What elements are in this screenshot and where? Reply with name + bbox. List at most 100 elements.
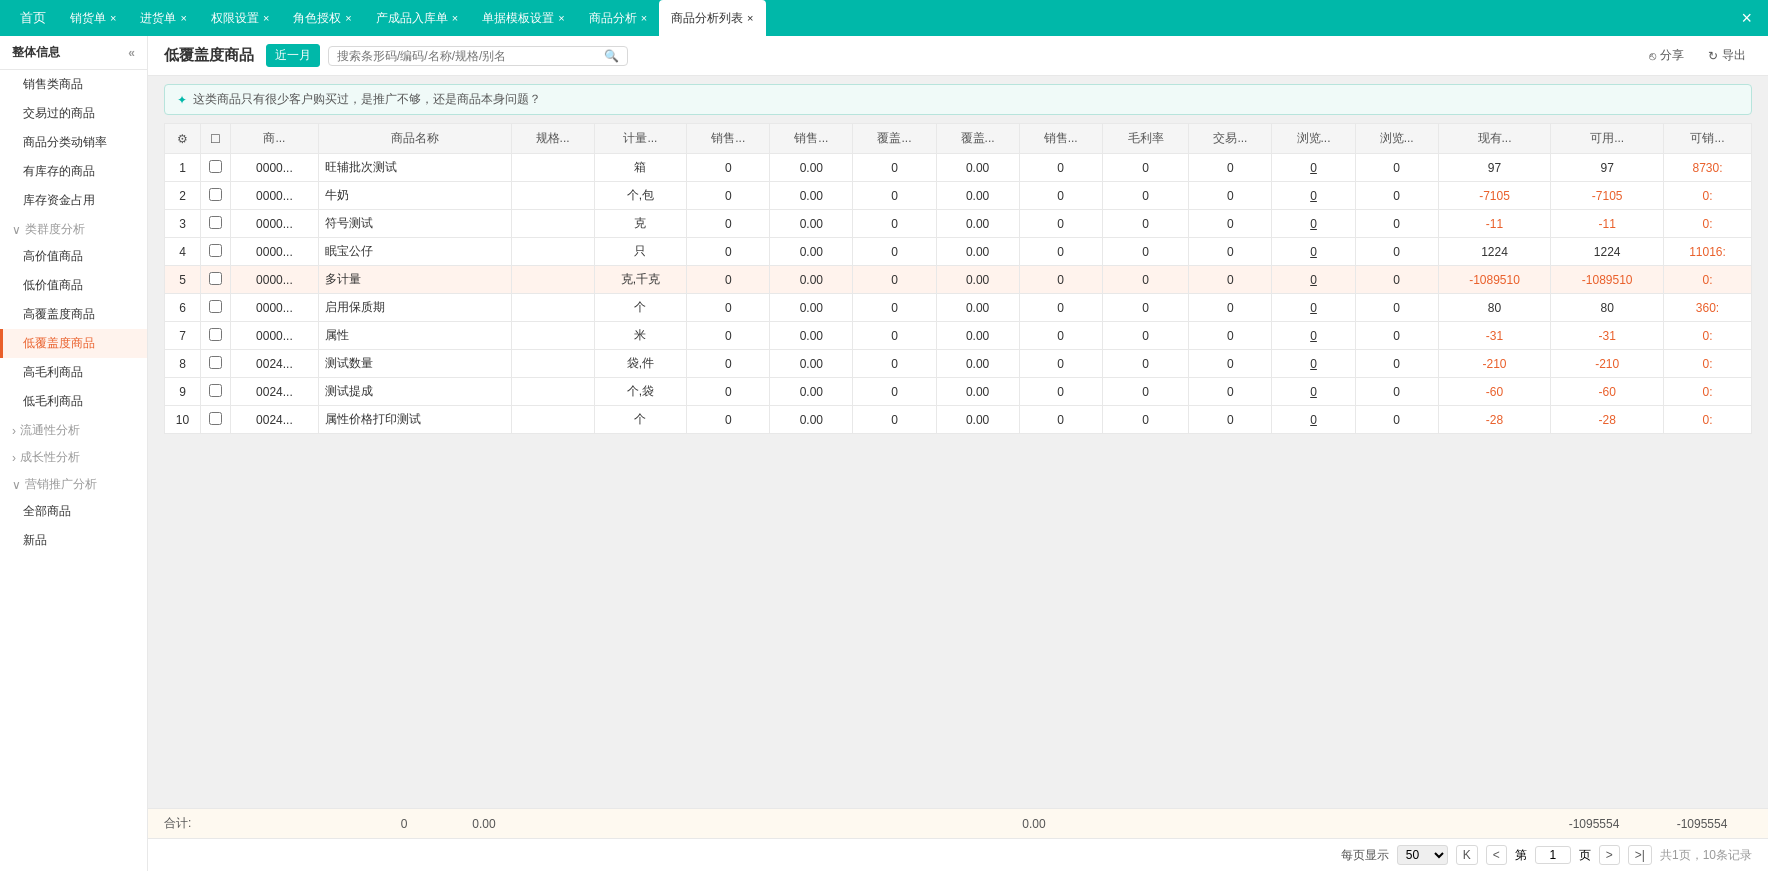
td-stock2: -7105 — [1551, 182, 1664, 210]
sidebar-item-low-value[interactable]: 低价值商品 — [0, 271, 147, 300]
sidebar-item-stocked-goods[interactable]: 有库存的商品 — [0, 157, 147, 186]
last-page-button[interactable]: >| — [1628, 845, 1652, 865]
table-row: 8 0024... 测试数量 袋,件 0 0.00 0 0.00 0 0 0 0… — [165, 350, 1752, 378]
nav-close-goods-analysis-list[interactable]: × — [747, 12, 753, 24]
nav-close-permission[interactable]: × — [263, 12, 269, 24]
th-stock1: 现有... — [1438, 124, 1551, 154]
table-container[interactable]: ⚙ ☐ 商... 商品名称 规格... 计量... 销售... 销售... 覆盖… — [148, 123, 1768, 808]
nav-close-purchase[interactable]: × — [180, 12, 186, 24]
nav-close-role[interactable]: × — [345, 12, 351, 24]
td-browse1[interactable]: 0 — [1272, 294, 1355, 322]
content-area: 低覆盖度商品 近一月 🔍 ⎋ 分享 ↻ 导出 ✦ 这类商品只有很少客户购买过，是… — [148, 36, 1768, 871]
sidebar-group-coverage[interactable]: ∨ 类群度分析 — [0, 215, 147, 242]
td-browse1[interactable]: 0 — [1272, 322, 1355, 350]
td-browse1[interactable]: 0 — [1272, 406, 1355, 434]
sidebar-group-flow[interactable]: › 流通性分析 — [0, 416, 147, 443]
sidebar-item-high-value[interactable]: 高价值商品 — [0, 242, 147, 271]
time-tag-button[interactable]: 近一月 — [266, 44, 320, 67]
td-browse1[interactable]: 0 — [1272, 238, 1355, 266]
td-browse1[interactable]: 0 — [1272, 210, 1355, 238]
page-size-select[interactable]: 50 20 100 — [1397, 845, 1448, 865]
sidebar-item-low-margin[interactable]: 低毛利商品 — [0, 387, 147, 416]
td-code: 0000... — [231, 294, 319, 322]
td-unit: 箱 — [594, 154, 687, 182]
td-cov1: 0 — [853, 294, 936, 322]
nav-home[interactable]: 首页 — [8, 0, 58, 36]
sidebar-item-new-goods[interactable]: 新品 — [0, 526, 147, 555]
td-stock3: 0: — [1663, 378, 1751, 406]
sidebar-item-sales-goods[interactable]: 销售类商品 — [0, 70, 147, 99]
table-header-row: ⚙ ☐ 商... 商品名称 规格... 计量... 销售... 销售... 覆盖… — [165, 124, 1752, 154]
td-margin: 0 — [1102, 154, 1189, 182]
chevron-right-icon: › — [12, 424, 16, 438]
td-stock1: -11 — [1438, 210, 1551, 238]
td-check[interactable] — [201, 266, 231, 294]
td-name: 牛奶 — [318, 182, 511, 210]
td-stock1: -31 — [1438, 322, 1551, 350]
td-check[interactable] — [201, 238, 231, 266]
sidebar-item-category-rate[interactable]: 商品分类动销率 — [0, 128, 147, 157]
td-check[interactable] — [201, 350, 231, 378]
td-stock1: -7105 — [1438, 182, 1551, 210]
th-settings[interactable]: ⚙ — [165, 124, 201, 154]
nav-product-warehouse[interactable]: 产成品入库单 × — [364, 0, 470, 36]
sidebar-group-marketing[interactable]: ∨ 营销推广分析 — [0, 470, 147, 497]
td-cov2: 0.00 — [936, 322, 1019, 350]
td-trade: 0 — [1189, 406, 1272, 434]
td-check[interactable] — [201, 322, 231, 350]
td-check[interactable] — [201, 406, 231, 434]
sidebar-item-all-goods[interactable]: 全部商品 — [0, 497, 147, 526]
td-sales1: 0 — [687, 350, 770, 378]
td-check[interactable] — [201, 378, 231, 406]
nav-close-sales[interactable]: × — [110, 12, 116, 24]
nav-purchase[interactable]: 进货单 × — [128, 0, 198, 36]
search-box[interactable]: 🔍 — [328, 46, 628, 66]
nav-role[interactable]: 角色授权 × — [281, 0, 363, 36]
nav-goods-analysis-list[interactable]: 商品分析列表 × — [659, 0, 765, 36]
nav-goods-analysis[interactable]: 商品分析 × — [577, 0, 659, 36]
window-close-button[interactable]: × — [1733, 8, 1760, 29]
td-sales3: 0 — [1019, 294, 1102, 322]
td-stock2: -28 — [1551, 406, 1664, 434]
td-browse1[interactable]: 0 — [1272, 378, 1355, 406]
sidebar-group-growth[interactable]: › 成长性分析 — [0, 443, 147, 470]
td-browse1[interactable]: 0 — [1272, 350, 1355, 378]
nav-template[interactable]: 单据模板设置 × — [470, 0, 576, 36]
nav-close-goods-analysis[interactable]: × — [641, 12, 647, 24]
nav-close-product-warehouse[interactable]: × — [452, 12, 458, 24]
table-row: 1 0000... 旺辅批次测试 箱 0 0.00 0 0.00 0 0 0 0… — [165, 154, 1752, 182]
sidebar-collapse-button[interactable]: « — [128, 46, 135, 60]
nav-close-template[interactable]: × — [558, 12, 564, 24]
prev-page-button[interactable]: < — [1486, 845, 1507, 865]
td-check[interactable] — [201, 294, 231, 322]
td-sales3: 0 — [1019, 322, 1102, 350]
td-browse1[interactable]: 0 — [1272, 154, 1355, 182]
td-browse1[interactable]: 0 — [1272, 182, 1355, 210]
td-browse1[interactable]: 0 — [1272, 266, 1355, 294]
share-button[interactable]: ⎋ 分享 — [1643, 45, 1690, 66]
first-page-button[interactable]: K — [1456, 845, 1478, 865]
search-icon[interactable]: 🔍 — [604, 49, 619, 63]
data-table: ⚙ ☐ 商... 商品名称 规格... 计量... 销售... 销售... 覆盖… — [164, 123, 1752, 434]
nav-permission[interactable]: 权限设置 × — [199, 0, 281, 36]
sidebar-item-stock-capital[interactable]: 库存资金占用 — [0, 186, 147, 215]
search-input[interactable] — [337, 49, 600, 63]
sidebar-item-low-coverage[interactable]: 低覆盖度商品 — [0, 329, 147, 358]
sidebar-item-high-margin[interactable]: 高毛利商品 — [0, 358, 147, 387]
td-margin: 0 — [1102, 266, 1189, 294]
top-navigation: 首页 销货单 × 进货单 × 权限设置 × 角色授权 × 产成品入库单 × 单据… — [0, 0, 1768, 36]
td-check[interactable] — [201, 210, 231, 238]
nav-sales[interactable]: 销货单 × — [58, 0, 128, 36]
td-check[interactable] — [201, 154, 231, 182]
pagination: 每页显示 50 20 100 K < 第 页 > >| 共1页，10条记录 — [148, 838, 1768, 871]
td-trade: 0 — [1189, 294, 1272, 322]
td-check[interactable] — [201, 182, 231, 210]
next-page-button[interactable]: > — [1599, 845, 1620, 865]
th-checkbox[interactable]: ☐ — [201, 124, 231, 154]
sidebar-item-high-coverage[interactable]: 高覆盖度商品 — [0, 300, 147, 329]
sidebar-item-traded-goods[interactable]: 交易过的商品 — [0, 99, 147, 128]
export-button[interactable]: ↻ 导出 — [1702, 45, 1752, 66]
td-sales1: 0 — [687, 406, 770, 434]
page-input[interactable] — [1535, 846, 1571, 864]
td-name: 测试提成 — [318, 378, 511, 406]
